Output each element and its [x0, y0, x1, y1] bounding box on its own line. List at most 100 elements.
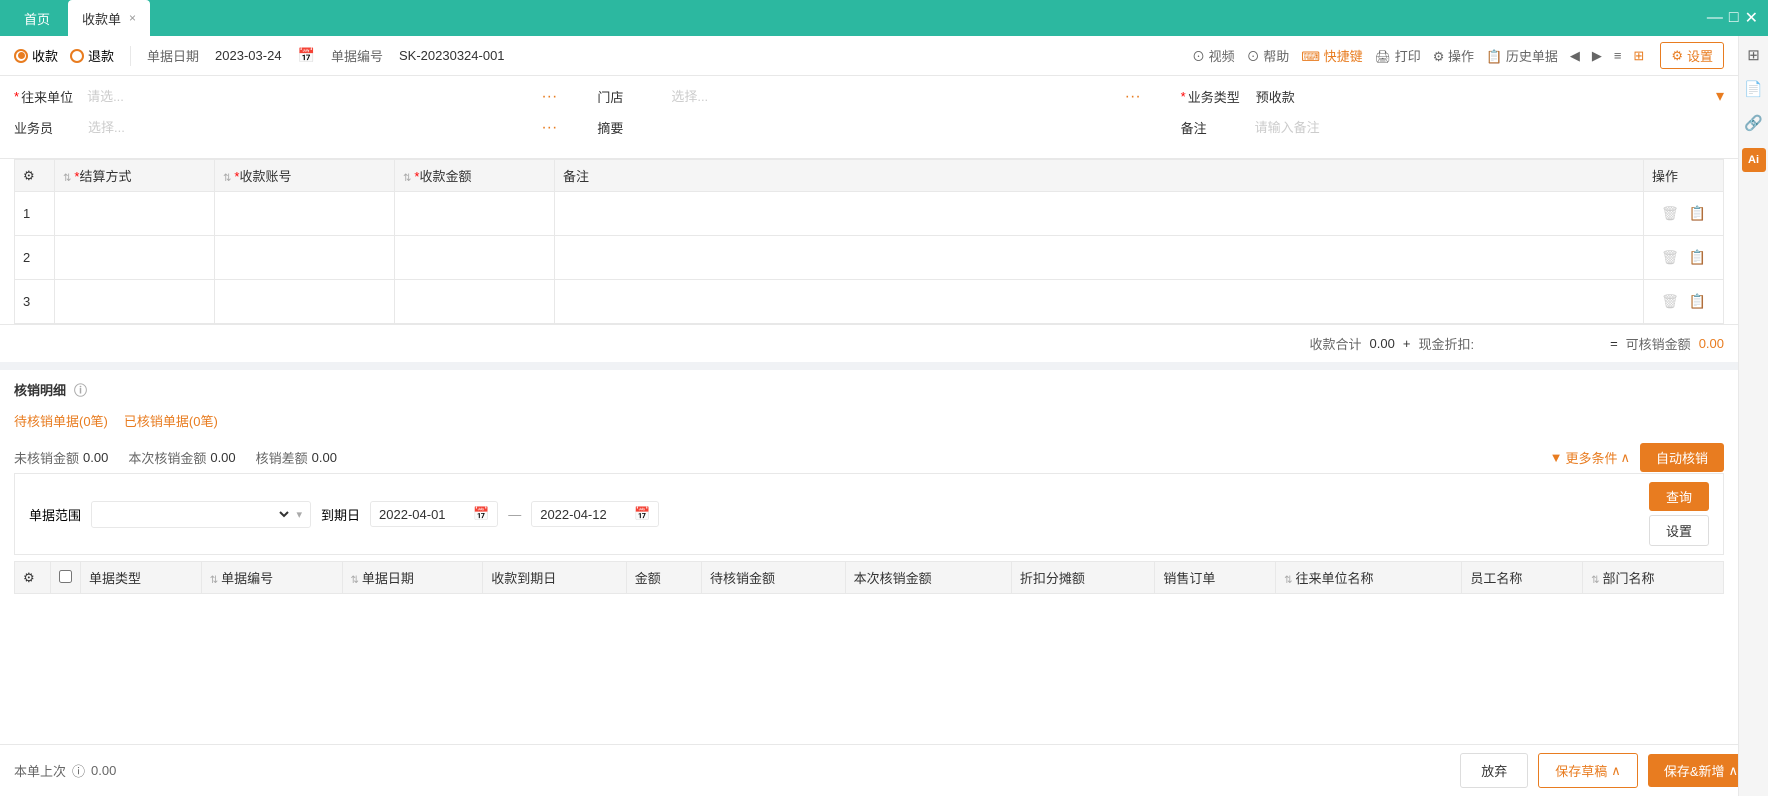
- form-row-2: 业务员 ··· 摘要 备注: [14, 117, 1724, 138]
- start-date-wrapper[interactable]: 📅: [370, 501, 498, 527]
- radio-refund[interactable]: 退款: [70, 46, 114, 65]
- counterparty-more-icon[interactable]: ···: [541, 89, 557, 105]
- row1-copy-icon[interactable]: 📋: [1688, 205, 1705, 221]
- row1-amount[interactable]: [395, 192, 555, 236]
- end-date-input[interactable]: [540, 507, 630, 522]
- row3-remark[interactable]: [555, 280, 1644, 324]
- table-header-row: ⚙ ⇅*结算方式 ⇅*收款账号 ⇅*收款金额 备注 操作: [15, 160, 1724, 192]
- window-controls: — □ ✕: [1707, 8, 1758, 28]
- store-more-icon[interactable]: ···: [1125, 89, 1141, 105]
- minimize-icon[interactable]: —: [1707, 9, 1723, 27]
- row2-delete-icon[interactable]: 🗑: [1661, 249, 1679, 265]
- staff-field: 业务员 ···: [14, 117, 557, 138]
- billno-value: SK-20230324-001: [399, 48, 505, 63]
- calendar-icon[interactable]: 📅: [298, 47, 315, 64]
- sidebar-table-icon[interactable]: ⊞: [1747, 46, 1760, 64]
- row1-account[interactable]: [215, 192, 395, 236]
- row2-copy-icon[interactable]: 📋: [1688, 249, 1705, 265]
- row3-amount[interactable]: [395, 280, 555, 324]
- staff-more-icon[interactable]: ···: [541, 120, 557, 136]
- more-conditions-btn[interactable]: ▼ 更多条件 ∧: [1550, 448, 1630, 467]
- query-btn[interactable]: 查询: [1649, 482, 1709, 511]
- toolbar-help[interactable]: ⊙ 帮助: [1247, 46, 1290, 65]
- sidebar-ai-icon[interactable]: Ai: [1742, 148, 1766, 172]
- writeoff-info-icon[interactable]: ⓘ: [74, 380, 87, 399]
- row1-remark[interactable]: [555, 192, 1644, 236]
- toolbar-right-actions: ⊙ 视频 ⊙ 帮助 ⌨ 快捷键 🖨 打印 ⚙ 操作 📋 历史单据 ◀ ▶ ≡ ⊞: [1192, 46, 1644, 65]
- abandon-btn[interactable]: 放弃: [1460, 753, 1528, 788]
- nav-home[interactable]: 首页: [10, 0, 64, 36]
- row3-account[interactable]: [215, 280, 395, 324]
- row1-settlement[interactable]: [55, 192, 215, 236]
- store-input[interactable]: [665, 86, 1120, 107]
- row3-actions: 🗑 📋: [1644, 280, 1724, 324]
- discount-input[interactable]: [1482, 333, 1602, 354]
- top-nav: 首页 收款单 × — □ ✕: [0, 0, 1768, 36]
- row2-settlement[interactable]: [55, 236, 215, 280]
- end-cal-icon[interactable]: 📅: [634, 506, 650, 522]
- close-window-icon[interactable]: ✕: [1745, 8, 1758, 28]
- row2-account[interactable]: [215, 236, 395, 280]
- running-total-info[interactable]: ⓘ: [72, 761, 85, 780]
- col-settings[interactable]: ⚙: [15, 160, 55, 192]
- row3-settlement[interactable]: [55, 280, 215, 324]
- stat-this-label: 本次核销金额: [128, 448, 206, 467]
- filter-icon: ▼: [1550, 450, 1563, 465]
- toolbar-operations[interactable]: ⚙ 操作: [1433, 46, 1474, 65]
- row3-delete-icon[interactable]: 🗑: [1661, 293, 1679, 309]
- nav-tab-receipt[interactable]: 收款单 ×: [68, 0, 150, 36]
- biztype-dropdown[interactable]: ▾: [1716, 89, 1724, 105]
- total-label: 收款合计: [1310, 334, 1362, 353]
- row2-amount[interactable]: [395, 236, 555, 280]
- setting-button[interactable]: ⚙ 设置: [1660, 42, 1724, 69]
- toolbar-nav-prev[interactable]: ◀: [1570, 48, 1580, 64]
- toolbar-layout1[interactable]: ≡: [1614, 48, 1622, 63]
- bill-range-select[interactable]: ▾: [91, 501, 311, 528]
- counterparty-input[interactable]: [81, 86, 537, 107]
- date-value: 2023-03-24: [215, 48, 282, 63]
- toolbar-shortcut[interactable]: ⌨ 快捷键: [1301, 46, 1362, 65]
- store-field: 门店 ···: [597, 86, 1140, 107]
- sum-row: 收款合计 0.00 + 现金折扣: = 可核销金额 0.00: [0, 324, 1738, 362]
- auto-writeoff-btn[interactable]: 自动核销: [1640, 443, 1724, 472]
- save-draft-btn[interactable]: 保存草稿 ∧: [1538, 753, 1638, 788]
- sidebar-doc-icon[interactable]: 📄: [1744, 80, 1763, 98]
- bt-col-thisamount: 本次核销金额: [845, 562, 1011, 594]
- remark-input[interactable]: [1249, 117, 1724, 138]
- toolbar: 收款 退款 单据日期 2023-03-24 📅 单据编号 SK-20230324…: [0, 36, 1738, 76]
- start-date-input[interactable]: [379, 507, 469, 522]
- bt-col-billdate: ⇅单据日期: [342, 562, 483, 594]
- bill-range-dropdown[interactable]: [100, 506, 292, 523]
- toolbar-nav-next[interactable]: ▶: [1592, 48, 1602, 64]
- end-date-wrapper[interactable]: 📅: [531, 501, 659, 527]
- radio-receipt[interactable]: 收款: [14, 46, 58, 65]
- row3-copy-icon[interactable]: 📋: [1688, 293, 1705, 309]
- writeoff-title: 核销明细 ⓘ: [14, 380, 87, 399]
- section-divider: [0, 362, 1738, 370]
- toolbar-video[interactable]: ⊙ 视频: [1192, 46, 1235, 65]
- writeoff-tabs: 待核销单据(0笔) 已核销单据(0笔): [14, 407, 1724, 434]
- tab-done[interactable]: 已核销单据(0笔): [124, 407, 218, 434]
- start-cal-icon[interactable]: 📅: [473, 506, 489, 522]
- date-label: 单据日期: [147, 46, 199, 65]
- staff-input[interactable]: [82, 117, 537, 138]
- row2-actions: 🗑 📋: [1644, 236, 1724, 280]
- row1-delete-icon[interactable]: 🗑: [1661, 205, 1679, 221]
- bt-col-settings[interactable]: ⚙: [15, 562, 51, 594]
- select-all-checkbox[interactable]: [59, 570, 72, 583]
- toolbar-print[interactable]: 🖨 打印: [1375, 46, 1421, 65]
- staff-label: 业务员: [14, 118, 74, 137]
- bt-col-checkbox[interactable]: [51, 562, 81, 594]
- row2-remark[interactable]: [555, 236, 1644, 280]
- summary-input[interactable]: [665, 117, 1140, 138]
- sidebar-link-icon[interactable]: 🔗: [1744, 114, 1763, 132]
- filter-setting-btn[interactable]: 设置: [1649, 515, 1709, 546]
- toolbar-history[interactable]: 📋 历史单据: [1486, 46, 1558, 65]
- tab-pending[interactable]: 待核销单据(0笔): [14, 407, 108, 434]
- save-draft-chevron: ∧: [1611, 763, 1621, 779]
- maximize-icon[interactable]: □: [1729, 9, 1739, 27]
- bt-col-discount: 折扣分摊额: [1011, 562, 1155, 594]
- close-tab-icon[interactable]: ×: [129, 11, 136, 25]
- table-row: 2 🗑 📋: [15, 236, 1724, 280]
- toolbar-layout2[interactable]: ⊞: [1633, 48, 1644, 64]
